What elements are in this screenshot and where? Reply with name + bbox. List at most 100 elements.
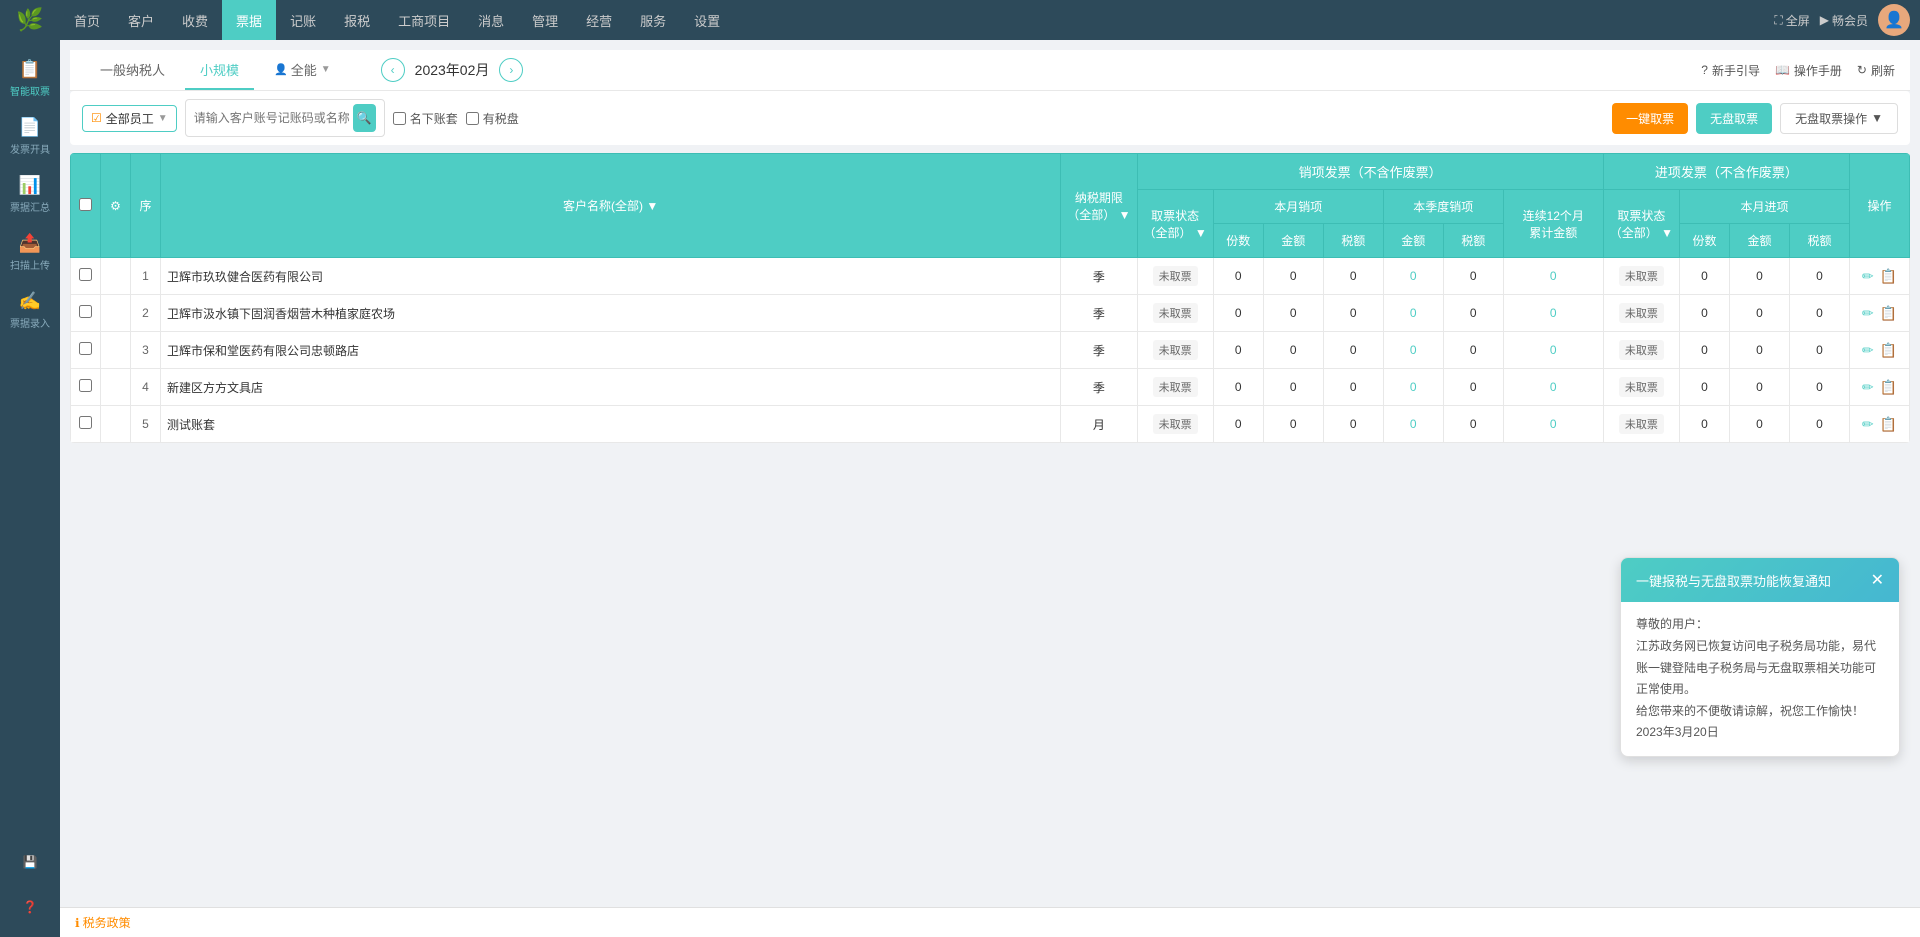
edit-icon[interactable]: ✏: [1862, 268, 1874, 285]
notification-popup: 一键报税与无盘取票功能恢复通知 ✕ 尊敬的用户：江苏政务网已恢复访问电子税务局功…: [1620, 557, 1900, 757]
nav-fee[interactable]: 收费: [168, 0, 222, 40]
diskless-operation-dropdown[interactable]: 无盘取票操作 ▼: [1780, 103, 1898, 134]
edit-icon[interactable]: ✏: [1862, 342, 1874, 359]
nav-manage[interactable]: 管理: [518, 0, 572, 40]
nav-home[interactable]: 首页: [60, 0, 114, 40]
row-actions: ✏ 📋: [1850, 369, 1910, 406]
row-input-status: 未取票: [1603, 258, 1679, 295]
sale-quarter-amount-link[interactable]: 0: [1410, 417, 1417, 431]
sale-quarter-amount-link[interactable]: 0: [1410, 269, 1417, 283]
th-input-invoice-group: 进项发票（不含作废票）: [1603, 154, 1849, 190]
tab-general-taxpayer[interactable]: 一般纳税人: [85, 50, 180, 90]
select-all-checkbox[interactable]: [79, 198, 92, 211]
user-avatar[interactable]: 👤: [1878, 4, 1910, 36]
row-index: 2: [131, 295, 161, 332]
nav-settings[interactable]: 设置: [680, 0, 734, 40]
row-checkbox[interactable]: [79, 416, 92, 429]
edit-icon[interactable]: ✏: [1862, 416, 1874, 433]
row-checkbox-cell: [71, 332, 101, 369]
row-checkbox[interactable]: [79, 268, 92, 281]
tab-small-scale[interactable]: 小规模: [185, 50, 254, 90]
header-area: 一般纳税人 小规模 👤 全能 ▼ ‹ 2023年02月 › ? 新手引导: [70, 50, 1910, 91]
sale-quarter-amount-link[interactable]: 0: [1410, 380, 1417, 394]
nav-bookkeeping[interactable]: 记账: [276, 0, 330, 40]
nav-customer[interactable]: 客户: [114, 0, 168, 40]
beginner-guide-btn[interactable]: ? 新手引导: [1701, 62, 1760, 79]
table-row: 4 新建区方方文具店 季 未取票 0 0 0 0 0 0 未取票 0 0 0 ✏…: [71, 369, 1910, 406]
row-tax-period: 季: [1061, 295, 1137, 332]
diskless-fetch-btn[interactable]: 无盘取票: [1696, 103, 1772, 134]
filter-icon3[interactable]: ▼: [1195, 226, 1207, 240]
edit-icon[interactable]: ✏: [1862, 379, 1874, 396]
row-input-month-count: 0: [1680, 332, 1730, 369]
filter-icon[interactable]: ▼: [646, 199, 658, 213]
row-input-month-amount: 0: [1730, 406, 1790, 443]
continuous12-link[interactable]: 0: [1550, 269, 1557, 283]
continuous12-link[interactable]: 0: [1550, 417, 1557, 431]
filter-icon2[interactable]: ▼: [1119, 208, 1131, 222]
logo-icon: 🌿: [10, 0, 50, 40]
scan-icon: 📤: [19, 233, 41, 254]
view-icon[interactable]: 📋: [1880, 379, 1897, 396]
view-icon[interactable]: 📋: [1880, 305, 1897, 322]
row-sale-month-count: 0: [1213, 332, 1263, 369]
prev-period-btn[interactable]: ‹: [381, 58, 405, 82]
nav-message[interactable]: 消息: [464, 0, 518, 40]
edit-icon[interactable]: ✏: [1862, 305, 1874, 322]
guide-icon: ?: [1701, 63, 1708, 77]
view-icon[interactable]: 📋: [1880, 342, 1897, 359]
sidebar-item-issue-invoice[interactable]: 📄 发票开具: [2, 108, 58, 164]
th-this-month-sale: 本月销项: [1213, 190, 1383, 224]
row-checkbox-cell: [71, 369, 101, 406]
table-row: 1 卫辉市玖玖健合医药有限公司 季 未取票 0 0 0 0 0 0 未取票 0 …: [71, 258, 1910, 295]
view-icon[interactable]: 📋: [1880, 268, 1897, 285]
th-tax-period: 纳税期限（全部） ▼: [1061, 154, 1137, 258]
filter-icon4[interactable]: ▼: [1661, 226, 1673, 240]
has-tax-device-checkbox[interactable]: [466, 112, 479, 125]
row-checkbox[interactable]: [79, 379, 92, 392]
nav-service[interactable]: 服务: [626, 0, 680, 40]
nav-tax[interactable]: 报税: [330, 0, 384, 40]
th-sale-month-count: 份数: [1213, 224, 1263, 258]
notification-close-btn[interactable]: ✕: [1871, 570, 1884, 590]
vip-btn[interactable]: ▶ 畅会员: [1820, 12, 1868, 29]
issue-invoice-icon: 📄: [19, 117, 41, 138]
one-click-fetch-btn[interactable]: 一键取票: [1612, 103, 1688, 134]
row-input-status: 未取票: [1603, 406, 1679, 443]
my-accounts-checkbox[interactable]: [393, 112, 406, 125]
search-input[interactable]: [194, 111, 349, 125]
sidebar-item-smart-invoice[interactable]: 📋 智能取票: [2, 50, 58, 106]
row-sale-status: 未取票: [1137, 332, 1213, 369]
row-checkbox[interactable]: [79, 305, 92, 318]
tax-policy-link[interactable]: ℹ 税务政策: [75, 914, 131, 931]
view-icon[interactable]: 📋: [1880, 416, 1897, 433]
manual-btn[interactable]: 📖 操作手册: [1775, 62, 1842, 79]
row-continuous12: 0: [1503, 406, 1603, 443]
tab-all-ability[interactable]: 👤 全能 ▼: [259, 50, 346, 90]
continuous12-link[interactable]: 0: [1550, 343, 1557, 357]
continuous12-link[interactable]: 0: [1550, 380, 1557, 394]
sidebar-item-summary[interactable]: 📊 票据汇总: [2, 166, 58, 222]
fullscreen-btn[interactable]: ⛶ 全屏: [1774, 12, 1809, 29]
refresh-btn[interactable]: ↻ 刷新: [1857, 62, 1895, 79]
continuous12-link[interactable]: 0: [1550, 306, 1557, 320]
sidebar-help-btn[interactable]: ❓: [10, 887, 50, 927]
row-checkbox-cell: [71, 406, 101, 443]
row-continuous12: 0: [1503, 295, 1603, 332]
nav-operation[interactable]: 经营: [572, 0, 626, 40]
sale-quarter-amount-link[interactable]: 0: [1410, 306, 1417, 320]
sidebar-item-entry[interactable]: ✍️ 票据录入: [2, 282, 58, 338]
my-accounts-filter[interactable]: 名下账套: [393, 110, 458, 127]
row-checkbox[interactable]: [79, 342, 92, 355]
sidebar-item-scan[interactable]: 📤 扫描上传: [2, 224, 58, 280]
nav-business[interactable]: 工商项目: [384, 0, 464, 40]
row-sale-month-amount: 0: [1263, 258, 1323, 295]
next-period-btn[interactable]: ›: [499, 58, 523, 82]
sale-quarter-amount-link[interactable]: 0: [1410, 343, 1417, 357]
has-tax-device-filter[interactable]: 有税盘: [466, 110, 519, 127]
search-btn[interactable]: 🔍: [353, 104, 376, 132]
sidebar-download-btn[interactable]: 💾: [10, 842, 50, 882]
nav-invoice[interactable]: 票据: [222, 0, 276, 40]
employee-filter[interactable]: ☑ 全部员工 ▼: [82, 105, 177, 132]
settings-icon[interactable]: ⚙: [110, 199, 121, 213]
